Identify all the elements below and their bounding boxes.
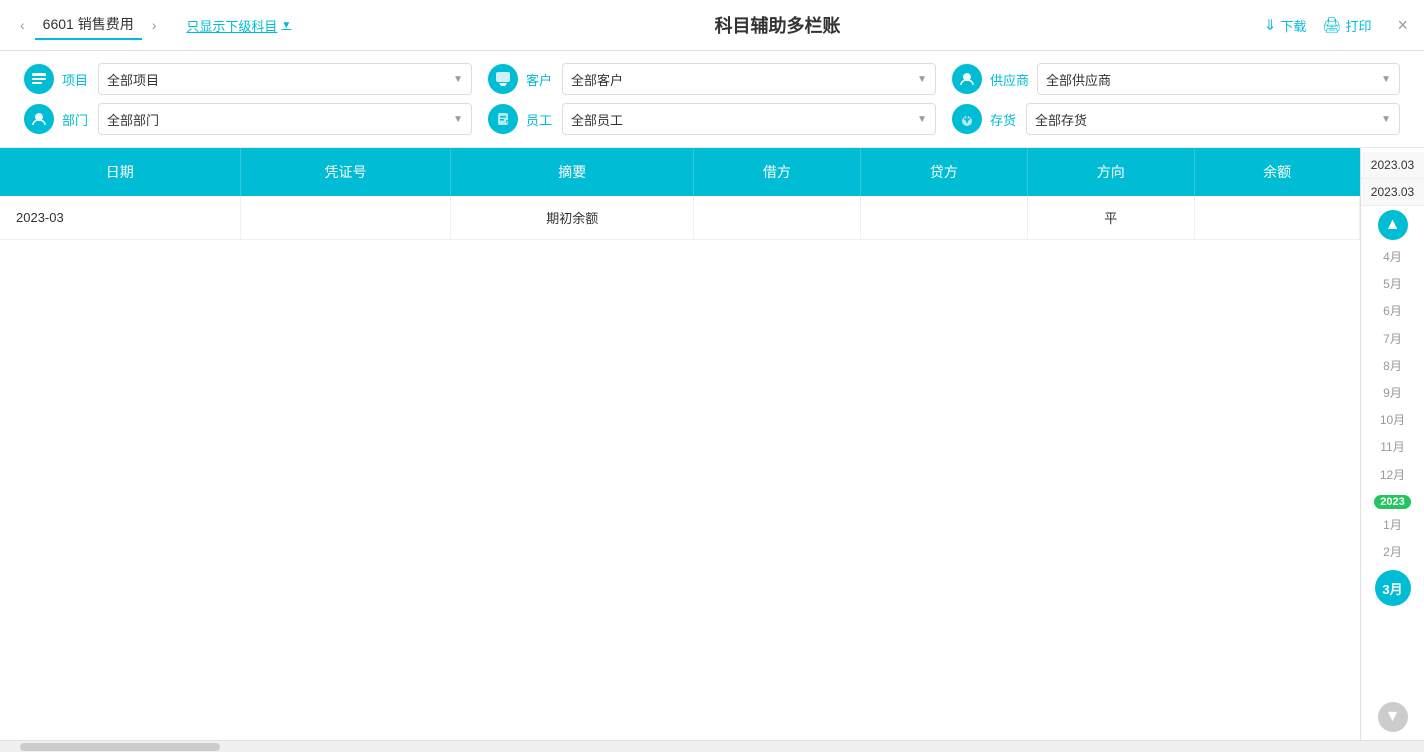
- supplier-icon: [952, 64, 982, 94]
- col-direction: 方向: [1027, 148, 1194, 196]
- col-summary: 摘要: [451, 148, 694, 196]
- project-icon: [24, 64, 54, 94]
- next-arrow[interactable]: ›: [148, 15, 161, 35]
- filter-customer: 客户 全部客户 ▼: [480, 59, 944, 99]
- table-row: 2023-03 期初余额 平: [0, 196, 1360, 240]
- supplier-label: 供应商: [990, 70, 1029, 89]
- department-value: 全部部门: [107, 110, 159, 129]
- timeline-month-11[interactable]: 11月: [1361, 434, 1424, 461]
- col-balance: 余额: [1194, 148, 1359, 196]
- col-voucher: 凭证号: [240, 148, 451, 196]
- show-sublevel-toggle[interactable]: 只显示下级科目 ▼: [186, 16, 291, 35]
- sublevel-dropdown-arrow: ▼: [281, 20, 291, 31]
- prev-arrow[interactable]: ‹: [16, 15, 29, 35]
- cell-debit: [693, 196, 860, 240]
- inventory-icon: [952, 104, 982, 134]
- download-icon: ⇓: [1264, 16, 1277, 34]
- timeline-up-arrow[interactable]: ▲: [1378, 210, 1408, 240]
- project-value: 全部项目: [107, 70, 159, 89]
- table-wrapper: 日期 凭证号 摘要 借方 贷方 方向 余额 2023-03 期初余额: [0, 148, 1424, 740]
- inventory-value: 全部存货: [1035, 110, 1087, 129]
- department-select[interactable]: 全部部门 ▼: [98, 103, 472, 135]
- customer-select-arrow: ▼: [917, 74, 927, 85]
- customer-icon: [488, 64, 518, 94]
- timeline-month-2[interactable]: 2月: [1361, 539, 1424, 566]
- employee-select[interactable]: 全部员工 ▼: [562, 103, 936, 135]
- print-button[interactable]: 🖨 打印: [1322, 16, 1371, 35]
- timeline-header-1[interactable]: 2023.03: [1361, 152, 1424, 179]
- timeline-month-7[interactable]: 7月: [1361, 326, 1424, 353]
- download-label: 下载: [1280, 16, 1306, 35]
- filter-area: 项目 全部项目 ▼ 客户 全部客户 ▼: [0, 51, 1424, 148]
- customer-label: 客户: [526, 70, 554, 89]
- ledger-table: 日期 凭证号 摘要 借方 贷方 方向 余额 2023-03 期初余额: [0, 148, 1360, 240]
- supplier-value: 全部供应商: [1046, 70, 1111, 89]
- nav-left: ‹ 6601 销售费用 › 只显示下级科目 ▼: [16, 10, 291, 40]
- timeline-month-3-active[interactable]: 3月: [1375, 570, 1411, 606]
- cell-date: 2023-03: [0, 196, 240, 240]
- department-icon: [24, 104, 54, 134]
- year-badge-container: 2023: [1361, 489, 1424, 512]
- filter-department: 部门 全部部门 ▼: [16, 99, 480, 139]
- cell-summary: 期初余额: [451, 196, 694, 240]
- year-badge[interactable]: 2023: [1374, 495, 1410, 509]
- account-code[interactable]: 6601 销售费用: [35, 10, 142, 40]
- timeline-month-5[interactable]: 5月: [1361, 271, 1424, 298]
- table-container: 日期 凭证号 摘要 借方 贷方 方向 余额 2023-03 期初余额: [0, 148, 1360, 740]
- timeline-month-8[interactable]: 8月: [1361, 353, 1424, 380]
- timeline-month-9[interactable]: 9月: [1361, 380, 1424, 407]
- show-sublevel-label: 只显示下级科目: [186, 16, 277, 35]
- filter-employee: 员工 全部员工 ▼: [480, 99, 944, 139]
- timeline-month-4[interactable]: 4月: [1361, 244, 1424, 271]
- horizontal-scrollbar[interactable]: [0, 740, 1424, 752]
- department-label: 部门: [62, 110, 90, 129]
- employee-value: 全部员工: [571, 110, 623, 129]
- timeline-panel: 2023.03 2023.03 ▲ 4月 5月 6月 7月 8月 9月 10月 …: [1360, 148, 1424, 740]
- employee-select-arrow: ▼: [917, 114, 927, 125]
- filter-project: 项目 全部项目 ▼: [16, 59, 480, 99]
- project-select[interactable]: 全部项目 ▼: [98, 63, 472, 95]
- top-bar: ‹ 6601 销售费用 › 只显示下级科目 ▼ 科目辅助多栏账 ⇓ 下载 🖨 打…: [0, 0, 1424, 51]
- customer-value: 全部客户: [571, 70, 623, 89]
- timeline-header-2[interactable]: 2023.03: [1361, 179, 1424, 206]
- timeline-month-1[interactable]: 1月: [1361, 512, 1424, 539]
- project-label: 项目: [62, 70, 90, 89]
- timeline-down-arrow[interactable]: ▼: [1378, 702, 1408, 732]
- table-header-row: 日期 凭证号 摘要 借方 贷方 方向 余额: [0, 148, 1360, 196]
- col-debit: 借方: [693, 148, 860, 196]
- col-credit: 贷方: [860, 148, 1027, 196]
- supplier-select[interactable]: 全部供应商 ▼: [1037, 63, 1400, 95]
- main-container: ‹ 6601 销售费用 › 只显示下级科目 ▼ 科目辅助多栏账 ⇓ 下载 🖨 打…: [0, 0, 1424, 752]
- filter-supplier: 供应商 全部供应商 ▼: [944, 59, 1408, 99]
- col-date: 日期: [0, 148, 240, 196]
- cell-credit: [860, 196, 1027, 240]
- filter-inventory: 存货 全部存货 ▼: [944, 99, 1408, 139]
- cell-voucher: [240, 196, 451, 240]
- inventory-select-arrow: ▼: [1381, 114, 1391, 125]
- print-icon: 🖨: [1322, 16, 1341, 34]
- timeline-month-6[interactable]: 6月: [1361, 298, 1424, 325]
- customer-select[interactable]: 全部客户 ▼: [562, 63, 936, 95]
- department-select-arrow: ▼: [453, 114, 463, 125]
- top-actions: ⇓ 下载 🖨 打印 ×: [1264, 15, 1408, 36]
- active-month-container: 3月: [1361, 566, 1424, 610]
- page-title: 科目辅助多栏账: [291, 12, 1264, 38]
- download-button[interactable]: ⇓ 下载: [1264, 16, 1307, 35]
- cell-balance: [1194, 196, 1359, 240]
- inventory-label: 存货: [990, 110, 1018, 129]
- supplier-select-arrow: ▼: [1381, 74, 1391, 85]
- scroll-thumb[interactable]: [20, 743, 220, 751]
- cell-direction: 平: [1027, 196, 1194, 240]
- timeline-month-10[interactable]: 10月: [1361, 407, 1424, 434]
- inventory-select[interactable]: 全部存货 ▼: [1026, 103, 1400, 135]
- timeline-section: 4月 5月 6月 7月 8月 9月 10月 11月 12月 2023 1月 2月: [1361, 244, 1424, 698]
- close-button[interactable]: ×: [1397, 15, 1408, 36]
- timeline-month-12[interactable]: 12月: [1361, 462, 1424, 489]
- print-label: 打印: [1345, 16, 1371, 35]
- employee-label: 员工: [526, 110, 554, 129]
- employee-icon: [488, 104, 518, 134]
- project-select-arrow: ▼: [453, 74, 463, 85]
